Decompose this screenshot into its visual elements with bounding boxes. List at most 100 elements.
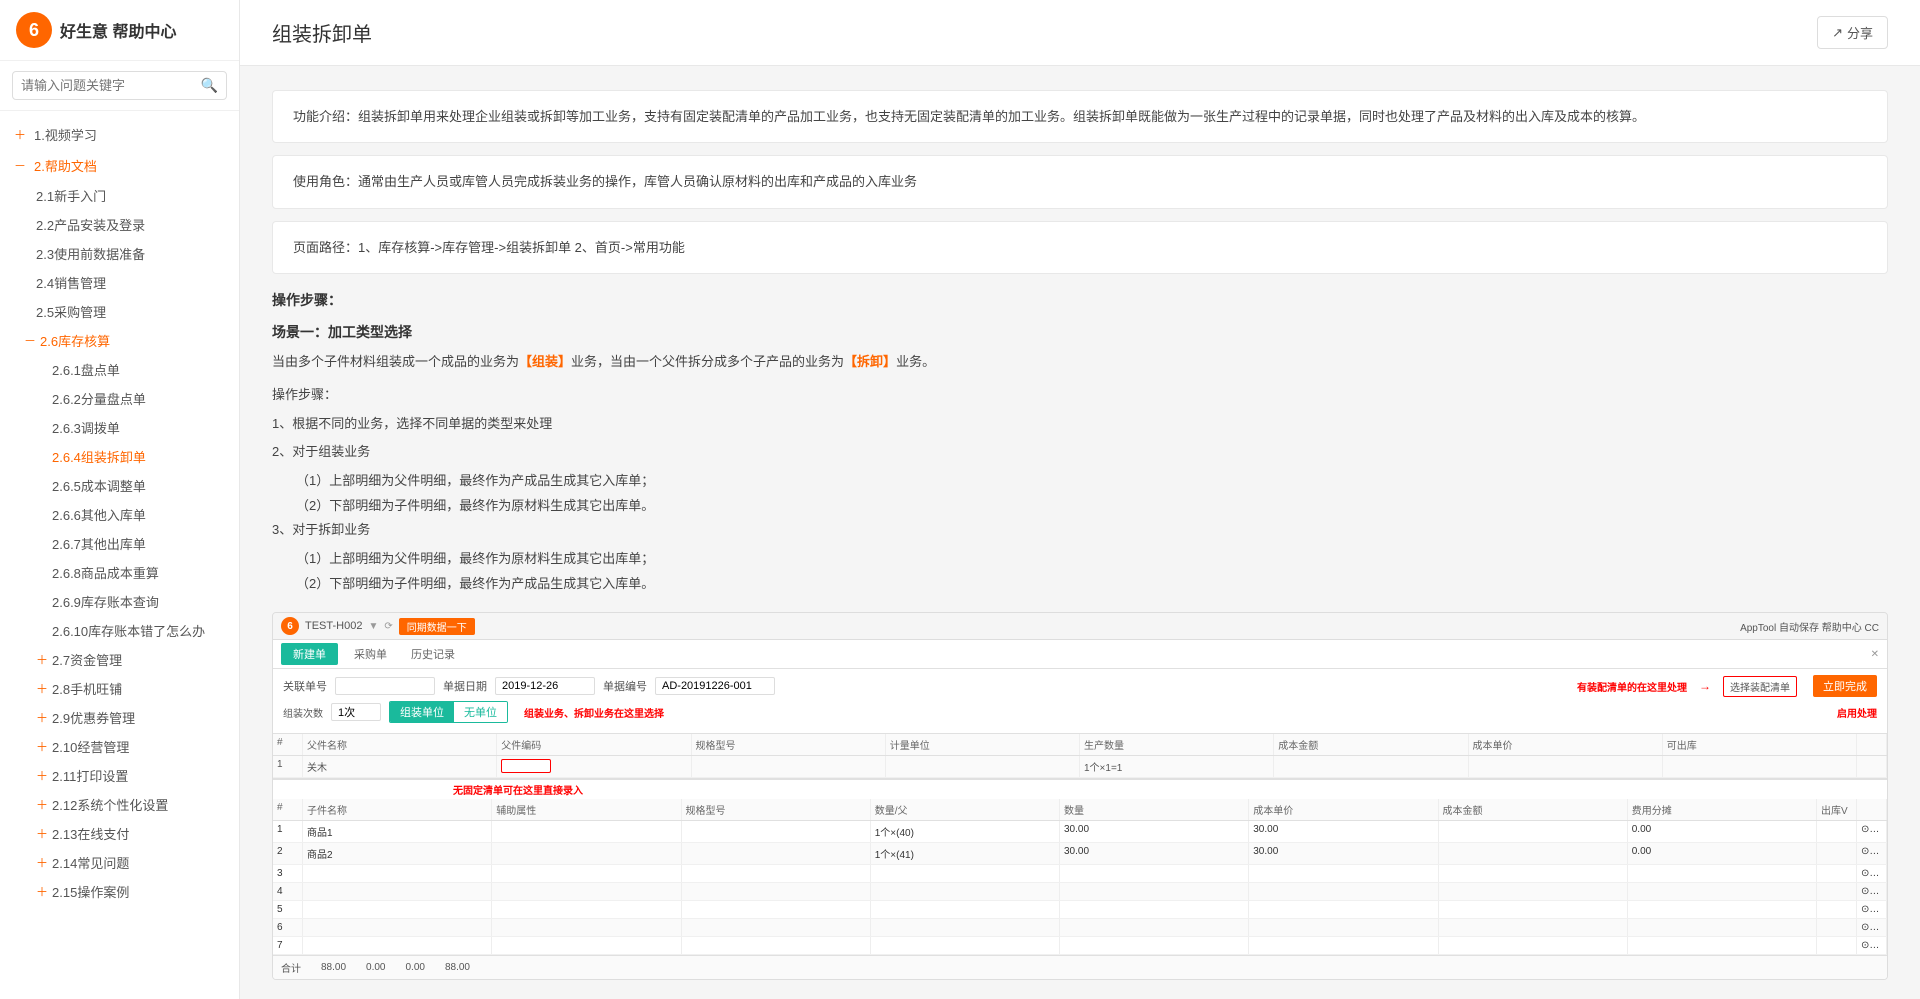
sidebar-item-210[interactable]: ＋ 2.10经营管理 <box>24 732 239 761</box>
ops-section: 操作步骤： 场景一：加工类型选择 当由多个子件材料组装成一个成品的业务为【组装】… <box>272 290 1888 980</box>
plus-icon-29: ＋ <box>36 709 48 726</box>
mock-total-3: 0.00 <box>406 962 425 973</box>
mock-form-code-label: 单据编号 <box>603 678 647 694</box>
mock-lower-row5: 5 ⊙ 🗑 <box>273 901 1887 919</box>
sidebar-item-26-label: 2.6库存核算 <box>40 331 110 350</box>
minus-icon: － <box>12 158 28 174</box>
sidebar-item-264[interactable]: 2.6.4组装拆卸单 <box>40 442 239 471</box>
share-label: 分享 <box>1847 23 1873 42</box>
plus-icon-213: ＋ <box>36 825 48 842</box>
scenario1-desc: 当由多个子件材料组装成一个成品的业务为【组装】业务，当由一个父件拆分成多个子产品… <box>272 350 1888 375</box>
sidebar-item-27[interactable]: ＋ 2.7资金管理 <box>24 645 239 674</box>
plus-icon-215: ＋ <box>36 883 48 900</box>
sidebar-item-26[interactable]: － 2.6库存核算 <box>24 326 239 355</box>
mock-code-input[interactable] <box>655 677 775 695</box>
search-area: 🔍 <box>0 61 239 111</box>
sidebar-item-211[interactable]: ＋ 2.11打印设置 <box>24 761 239 790</box>
mock-upper-table: # 父件名称 父件编码 规格型号 计量单位 生产数量 成本金额 成本单价 可出库 <box>273 734 1887 780</box>
upper-col-6: 成本金额 <box>1274 734 1468 755</box>
mock-segment-opt2[interactable]: 无单位 <box>454 702 507 722</box>
sidebar-item-28[interactable]: ＋ 2.8手机旺铺 <box>24 674 239 703</box>
annotation-area1: 无固定清单可在这里直接录入 <box>273 780 1887 799</box>
search-icon[interactable]: 🔍 <box>201 77 218 94</box>
upper-col-5: 生产数量 <box>1080 734 1274 755</box>
sidebar-item-22[interactable]: 2.2产品安装及登录 <box>24 210 239 239</box>
sidebar-item-docs[interactable]: － 2.帮助文档 2.1新手入门 2.2产品安装及登录 2.3使用前数据准备 2… <box>0 150 239 906</box>
annotation-type: 组装业务、拆卸业务在这里选择 <box>524 705 664 720</box>
app-name: 好生意 帮助中心 <box>60 18 176 42</box>
mock-tab-history[interactable]: 历史记录 <box>399 643 467 665</box>
annotation-enable: 启用处理 <box>1837 705 1877 720</box>
mock-form: 关联单号 单据日期 单据编号 有装配清单的在这里处理 → <box>273 669 1887 734</box>
sidebar-item-263[interactable]: 2.6.3调拨单 <box>40 413 239 442</box>
sidebar-item-266[interactable]: 2.6.6其他入库单 <box>40 500 239 529</box>
mock-sync-btn[interactable]: 同期数据一下 <box>399 618 475 635</box>
plus-icon-210: ＋ <box>36 738 48 755</box>
mock-date-input[interactable] <box>495 677 595 695</box>
mock-titlebar: 新建单 采购单 历史记录 ✕ <box>273 640 1887 669</box>
path-text: 页面路径：1、库存核算->库存管理->组装拆卸单 2、首页->常用功能 <box>293 240 685 255</box>
upper-col-0: # <box>273 734 303 755</box>
intro-block: 功能介绍：组装拆卸单用来处理企业组装或拆卸等加工业务，支持有固定装配清单的产品加… <box>272 90 1888 143</box>
step1: 1、根据不同的业务，选择不同单据的类型来处理 <box>272 412 1888 437</box>
mock-tab-purchase[interactable]: 采购单 <box>342 643 399 665</box>
search-input[interactable] <box>21 78 201 93</box>
mock-form-date-label: 单据日期 <box>443 678 487 694</box>
upper-col-9 <box>1857 734 1887 755</box>
nav-sub-docs: 2.1新手入门 2.2产品安装及登录 2.3使用前数据准备 2.4销售管理 2.… <box>0 181 239 906</box>
mock-logo: 6 <box>281 617 299 635</box>
main-header: 组装拆卸单 ↗ 分享 <box>240 0 1920 66</box>
sidebar-item-23[interactable]: 2.3使用前数据准备 <box>24 239 239 268</box>
mock-upper-header: # 父件名称 父件编码 规格型号 计量单位 生产数量 成本金额 成本单价 可出库 <box>273 734 1887 756</box>
mock-bom-btn[interactable]: 选择装配清单 <box>1723 676 1797 697</box>
plus-icon-214: ＋ <box>36 854 48 871</box>
mock-segment-opt1[interactable]: 组装单位 <box>390 702 454 722</box>
sidebar-item-2610[interactable]: 2.6.10库存账本错了怎么办 <box>40 616 239 645</box>
sidebar-item-262[interactable]: 2.6.2分量盘点单 <box>40 384 239 413</box>
ops-title: 操作步骤： <box>272 290 1888 310</box>
mock-lower-table: # 子件名称 辅助属性 规格型号 数量/父 数量 成本单价 成本金额 费用分摊 … <box>273 799 1887 955</box>
sidebar-item-213[interactable]: ＋ 2.13在线支付 <box>24 819 239 848</box>
mock-tab-new[interactable]: 新建单 <box>281 643 338 665</box>
mock-close-icon[interactable]: ✕ <box>1871 649 1879 660</box>
sidebar-item-214[interactable]: ＋ 2.14常见问题 <box>24 848 239 877</box>
mock-upper-input-red[interactable] <box>501 759 551 773</box>
mock-confirm-btn[interactable]: 立即完成 <box>1813 675 1877 697</box>
sidebar-item-24[interactable]: 2.4销售管理 <box>24 268 239 297</box>
mock-count-input[interactable] <box>331 703 381 721</box>
sidebar-item-25[interactable]: 2.5采购管理 <box>24 297 239 326</box>
sidebar-item-215[interactable]: ＋ 2.15操作案例 <box>24 877 239 906</box>
mock-upper-row1: 1 关木 1个×1=1 <box>273 756 1887 778</box>
search-box[interactable]: 🔍 <box>12 71 227 100</box>
sidebar-item-video[interactable]: ＋ 1.视频学习 <box>0 119 239 150</box>
annotation-no-bom: 无固定清单可在这里直接录入 <box>273 786 583 797</box>
sidebar-item-21[interactable]: 2.1新手入门 <box>24 181 239 210</box>
sidebar-item-268[interactable]: 2.6.8商品成本重算 <box>40 558 239 587</box>
sidebar-item-265[interactable]: 2.6.5成本调整单 <box>40 471 239 500</box>
mock-lower-row4: 4 ⊙ 🗑 <box>273 883 1887 901</box>
mock-app: 6 TEST-H002 ▼ ⟳ 同期数据一下 AppTool 自动保存 帮助中心… <box>273 613 1887 979</box>
sidebar-item-267[interactable]: 2.6.7其他出库单 <box>40 529 239 558</box>
page-title: 组装拆卸单 <box>272 18 372 47</box>
share-button[interactable]: ↗ 分享 <box>1817 16 1888 49</box>
steps-subtitle: 操作步骤： <box>272 383 1888 408</box>
upper-col-3: 规格型号 <box>692 734 886 755</box>
sidebar-item-29[interactable]: ＋ 2.9优惠券管理 <box>24 703 239 732</box>
mock-association-input[interactable] <box>335 677 435 695</box>
upper-col-4: 计量单位 <box>886 734 1080 755</box>
sidebar-item-212[interactable]: ＋ 2.12系统个性化设置 <box>24 790 239 819</box>
plus-icon-211: ＋ <box>36 767 48 784</box>
content-area: 功能介绍：组装拆卸单用来处理企业组装或拆卸等加工业务，支持有固定装配清单的产品加… <box>240 66 1920 999</box>
upper-col-2: 父件编码 <box>497 734 691 755</box>
mock-top-icons: AppTool 自动保存 帮助中心 CC <box>1740 619 1879 634</box>
share-icon: ↗ <box>1832 25 1843 41</box>
mock-segment-group: 组装单位 无单位 <box>389 701 508 723</box>
upper-col-1: 父件名称 <box>303 734 497 755</box>
sidebar: 6 好生意 帮助中心 🔍 ＋ 1.视频学习 － 2.帮助文档 2.1新手入门 2… <box>0 0 240 999</box>
sidebar-item-269[interactable]: 2.6.9库存账本查询 <box>40 587 239 616</box>
sidebar-item-261[interactable]: 2.6.1盘点单 <box>40 355 239 384</box>
mock-lower-header: # 子件名称 辅助属性 规格型号 数量/父 数量 成本单价 成本金额 费用分摊 … <box>273 799 1887 821</box>
upper-col-7: 成本单价 <box>1469 734 1663 755</box>
intro-text: 功能介绍：组装拆卸单用来处理企业组装或拆卸等加工业务，支持有固定装配清单的产品加… <box>293 109 1645 124</box>
keyword-assemble: 【组装】 <box>519 354 571 369</box>
